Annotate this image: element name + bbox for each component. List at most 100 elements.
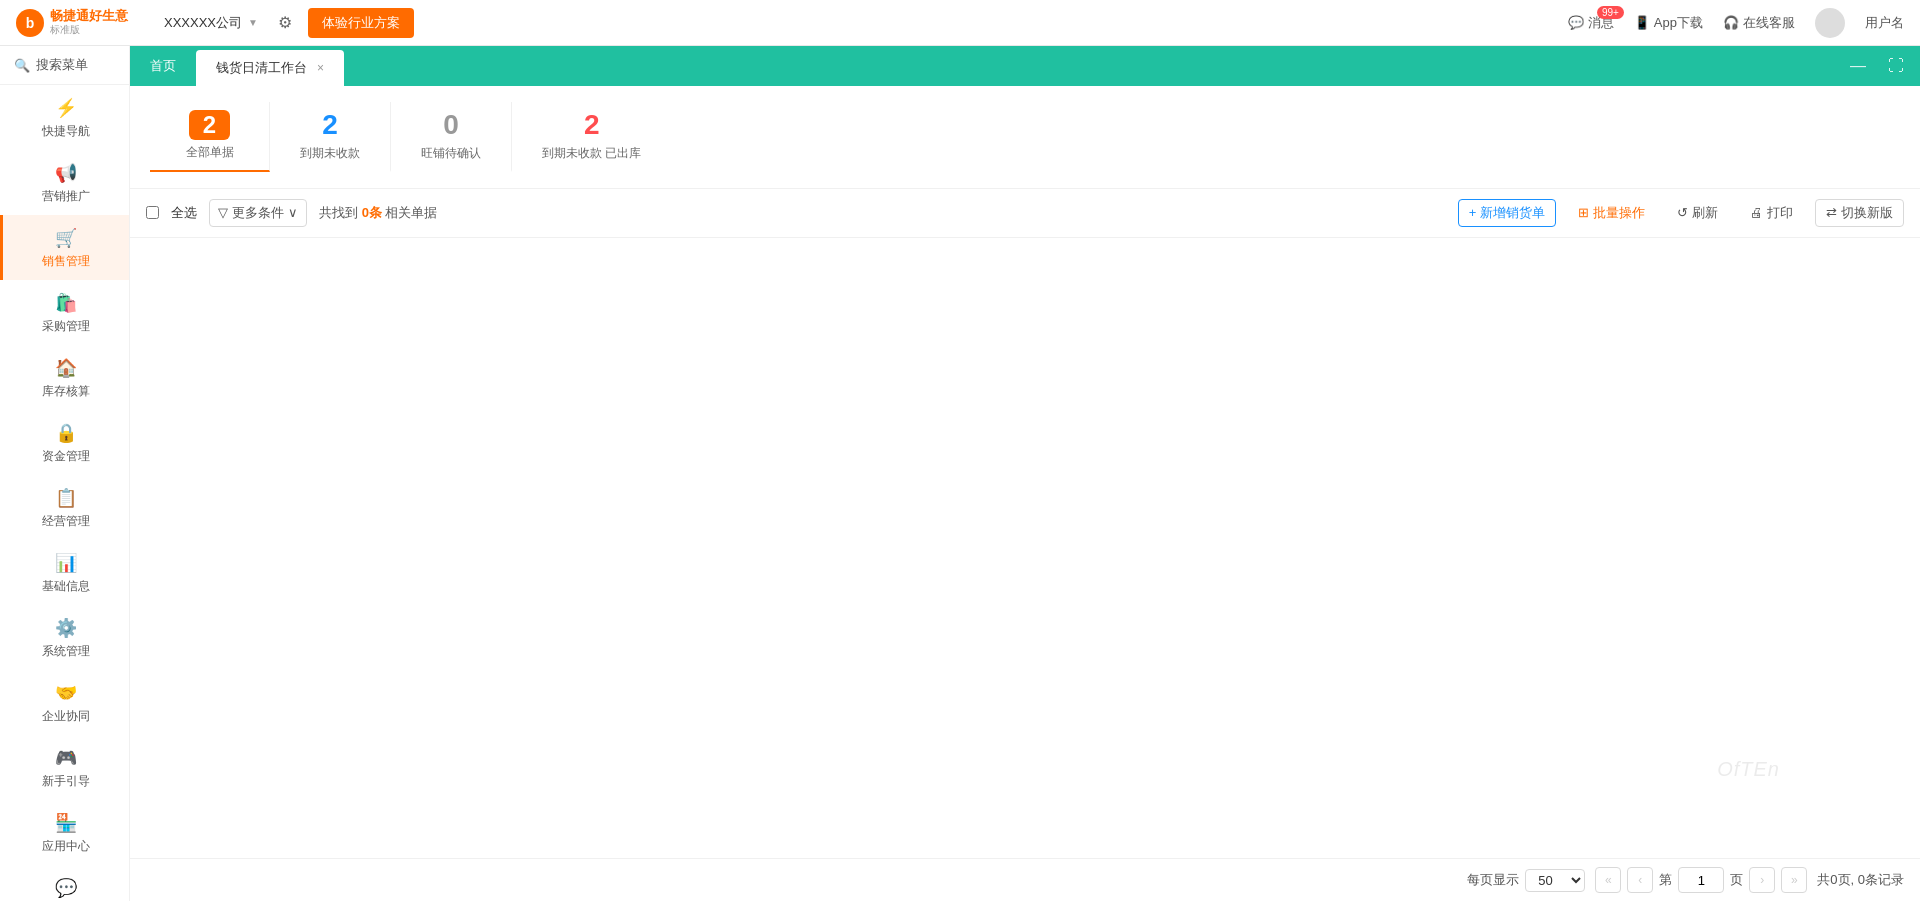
service-icon: 🎧 [1723,15,1739,30]
stat-label-pending-confirm: 旺铺待确认 [421,145,481,162]
switch-btn[interactable]: ⇄ 切换新版 [1815,199,1904,227]
basic-info-icon: 📊 [55,552,77,574]
page-content: 2 全部单据 2 到期未收款 0 旺铺待确认 2 到期未收款 已出库 [130,86,1920,901]
sidebar-item-system[interactable]: ⚙️ 系统管理 [0,605,129,670]
sidebar-item-wechat[interactable]: 💬 企业微信 [0,865,129,901]
page-label: 第 [1659,871,1672,889]
per-page-label: 每页显示 [1467,871,1519,889]
message-icon: 💬 [1568,15,1584,30]
batch-btn-label: 批量操作 [1593,204,1645,222]
settings-icon[interactable]: ⚙ [270,8,300,38]
main-layout: 🔍 搜索菜单 ⚡ 快捷导航 📢 营销推广 🛒 销售管理 🛍️ 采购管理 🏠 库存… [0,46,1920,901]
stat-number-overdue-unshipped: 2 [584,110,600,141]
sidebar-item-marketing[interactable]: 📢 营销推广 [0,150,129,215]
operation-icon: 📋 [55,487,77,509]
page-prev-btn[interactable]: ‹ [1627,867,1653,893]
add-sales-btn-label: + 新增销货单 [1469,204,1545,222]
sidebar-item-label: 资金管理 [42,448,90,465]
page-first-btn[interactable]: « [1595,867,1621,893]
tab-bar-right: — ⛶ [1844,52,1920,80]
toolbar-right: + 新增销货单 ⊞ 批量操作 ↺ 刷新 🖨 打印 ⇄ [1458,199,1904,227]
table-area [130,238,1920,858]
batch-btn[interactable]: ⊞ 批量操作 [1568,200,1655,226]
sidebar-item-label: 销售管理 [42,253,90,270]
top-header: b 畅捷通好生意 标准版 XXXXXX公司 ▼ ⚙ 体验行业方案 💬 消息 99… [0,0,1920,46]
refresh-btn-label: 刷新 [1692,204,1718,222]
add-sales-btn[interactable]: + 新增销货单 [1458,199,1556,227]
pagination: « ‹ 第 页 › » [1595,867,1807,893]
sidebar-item-guide[interactable]: 🎮 新手引导 [0,735,129,800]
sidebar-item-sales[interactable]: 🛒 销售管理 [0,215,129,280]
stat-card-overdue-unpaid[interactable]: 2 到期未收款 [270,102,391,172]
sidebar-item-label: 快捷导航 [42,123,90,140]
sidebar-item-label: 库存核算 [42,383,90,400]
tab-home[interactable]: 首页 [130,46,196,86]
filter-btn-label: 更多条件 [232,204,284,222]
tab-close-icon[interactable]: × [317,61,324,75]
print-btn[interactable]: 🖨 打印 [1740,200,1803,226]
tab-active[interactable]: 钱货日清工作台 × [196,50,344,86]
sidebar-item-capital[interactable]: 🔒 资金管理 [0,410,129,475]
chevron-down-icon: ▼ [248,17,258,28]
page-last-btn[interactable]: » [1781,867,1807,893]
sidebar-item-label: 基础信息 [42,578,90,595]
sidebar-item-purchase[interactable]: 🛍️ 采购管理 [0,280,129,345]
logo-icon: b [16,9,44,37]
capital-icon: 🔒 [55,422,77,444]
stat-card-overdue-unshipped[interactable]: 2 到期未收款 已出库 [512,102,671,172]
stat-label-overdue-unshipped: 到期未收款 已出库 [542,145,641,162]
purchase-icon: 🛍️ [55,292,77,314]
online-service-action[interactable]: 🎧 在线客服 [1723,14,1795,32]
experience-btn[interactable]: 体验行业方案 [308,8,414,38]
avatar[interactable] [1815,8,1845,38]
sidebar-item-label: 系统管理 [42,643,90,660]
stat-label-overdue-unpaid: 到期未收款 [300,145,360,162]
tab-minimize-btn[interactable]: — [1844,52,1872,80]
sidebar-item-label: 采购管理 [42,318,90,335]
per-page-dropdown[interactable]: 50 10 20 100 [1525,869,1585,892]
sidebar-item-app-center[interactable]: 🏪 应用中心 [0,800,129,865]
page-input[interactable] [1678,867,1724,893]
app-download-label: App下载 [1654,14,1703,32]
tab-expand-btn[interactable]: ⛶ [1882,52,1910,80]
switch-btn-label: 切换新版 [1841,204,1893,222]
tab-bar: 首页 钱货日清工作台 × — ⛶ [130,46,1920,86]
content-area: 首页 钱货日清工作台 × — ⛶ 2 全部单据 2 到期未收款 [130,46,1920,901]
company-selector[interactable]: XXXXXX公司 ▼ [156,10,266,36]
sidebar-item-operation[interactable]: 📋 经营管理 [0,475,129,540]
per-page-select: 每页显示 50 10 20 100 [1467,869,1585,892]
stat-card-all[interactable]: 2 全部单据 [150,102,270,172]
sidebar-item-enterprise[interactable]: 🤝 企业协同 [0,670,129,735]
sidebar: 🔍 搜索菜单 ⚡ 快捷导航 📢 营销推广 🛒 销售管理 🛍️ 采购管理 🏠 库存… [0,46,130,901]
guide-icon: 🎮 [55,747,77,769]
total-text: 共0页, 0条记录 [1817,871,1904,889]
refresh-btn[interactable]: ↺ 刷新 [1667,200,1728,226]
select-all-checkbox[interactable] [146,206,159,219]
sidebar-item-quick-nav[interactable]: ⚡ 快捷导航 [0,85,129,150]
app-download-action[interactable]: 📱 App下载 [1634,14,1703,32]
header-right: 💬 消息 99+ 📱 App下载 🎧 在线客服 用户名 [1568,8,1904,38]
refresh-icon: ↺ [1677,205,1688,220]
stat-card-pending-confirm[interactable]: 0 旺铺待确认 [391,102,512,172]
message-action[interactable]: 💬 消息 99+ [1568,14,1614,32]
print-icon: 🖨 [1750,205,1763,220]
sidebar-search[interactable]: 🔍 搜索菜单 [0,46,129,85]
batch-icon: ⊞ [1578,205,1589,220]
system-icon: ⚙️ [55,617,77,639]
tab-active-label: 钱货日清工作台 [216,59,307,77]
app-icon: 📱 [1634,15,1650,30]
page-next-btn[interactable]: › [1749,867,1775,893]
logo-text: 畅捷通好生意 标准版 [50,8,128,38]
print-btn-label: 打印 [1767,204,1793,222]
sidebar-item-inventory[interactable]: 🏠 库存核算 [0,345,129,410]
sidebar-item-label: 营销推广 [42,188,90,205]
tab-home-label: 首页 [150,57,176,75]
stat-number-all: 2 [189,110,230,140]
found-text: 共找到 0条 相关单据 [319,204,437,222]
sidebar-item-basic-info[interactable]: 📊 基础信息 [0,540,129,605]
marketing-icon: 📢 [55,162,77,184]
quick-nav-icon: ⚡ [55,97,77,119]
filter-btn[interactable]: ▽ 更多条件 ∨ [209,199,307,227]
logo-area: b 畅捷通好生意 标准版 [16,8,146,38]
sidebar-item-label: 新手引导 [42,773,90,790]
